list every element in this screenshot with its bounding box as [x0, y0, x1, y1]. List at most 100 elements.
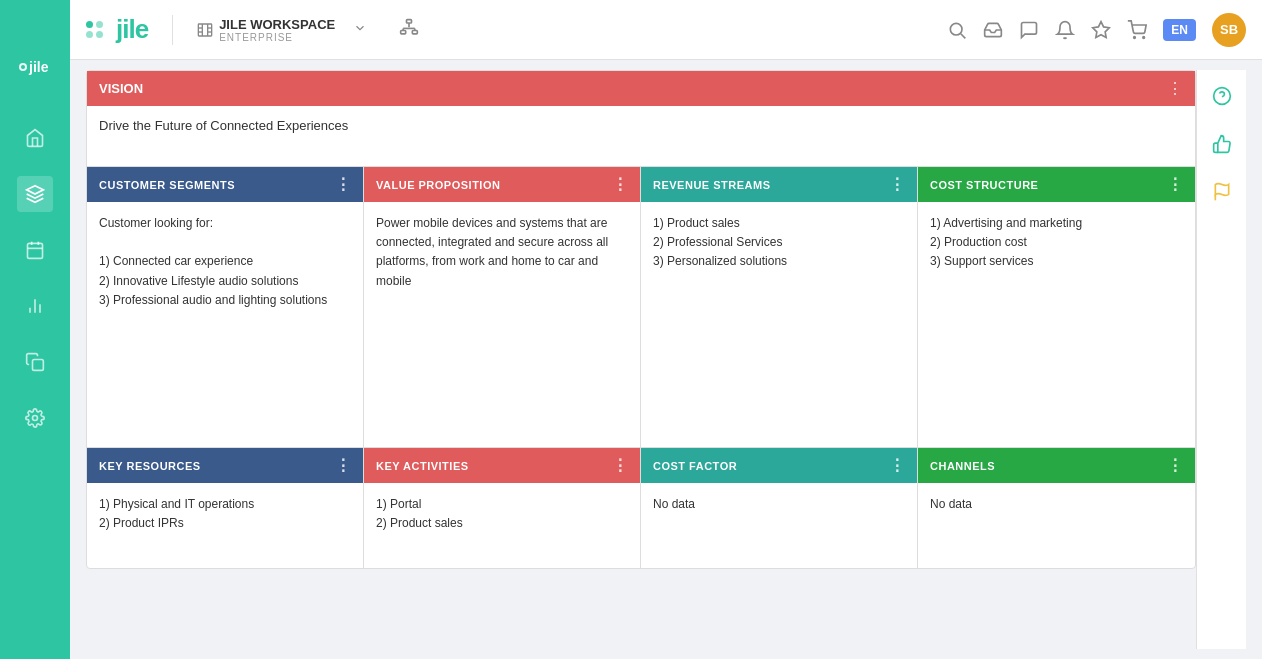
- vision-label: VISION: [99, 81, 143, 96]
- cell-label-revenue-streams: REVENUE STREAMS: [653, 179, 771, 191]
- workspace-dropdown[interactable]: [353, 21, 367, 38]
- cell-cost-structure: COST STRUCTURE ⋮ 1) Advertising and mark…: [918, 167, 1195, 447]
- svg-marker-32: [1093, 21, 1110, 37]
- cell-header-cost-structure: COST STRUCTURE ⋮: [918, 167, 1195, 202]
- vision-menu[interactable]: ⋮: [1167, 79, 1183, 98]
- cell-label-customer-segments: CUSTOMER SEGMENTS: [99, 179, 235, 191]
- vision-content: Drive the Future of Connected Experience…: [87, 106, 1195, 166]
- revenue-streams-menu[interactable]: ⋮: [889, 175, 906, 194]
- user-avatar[interactable]: SB: [1212, 13, 1246, 47]
- cell-channels: CHANNELS ⋮ No data: [918, 448, 1195, 568]
- svg-text:jile: jile: [28, 61, 49, 75]
- channels-no-data: No data: [930, 497, 972, 511]
- cell-content-key-activities: 1) Portal 2) Product sales: [364, 483, 640, 545]
- value-proposition-menu[interactable]: ⋮: [612, 175, 629, 194]
- sidebar-navigation: [17, 120, 53, 649]
- sidebar-item-settings[interactable]: [17, 400, 53, 436]
- cell-label-key-activities: KEY ACTIVITIES: [376, 460, 469, 472]
- sidebar-item-chart[interactable]: [17, 288, 53, 324]
- svg-point-34: [1143, 36, 1145, 38]
- sidebar-item-calendar[interactable]: [17, 232, 53, 268]
- business-model-canvas: VISION ⋮ Drive the Future of Connected E…: [86, 70, 1196, 569]
- app-logo-text: jile: [116, 14, 148, 45]
- star-button[interactable]: [1091, 20, 1111, 40]
- svg-point-15: [33, 416, 38, 421]
- cell-label-key-resources: KEY RESOURCES: [99, 460, 201, 472]
- sidebar-item-layers[interactable]: [17, 176, 53, 212]
- workspace-info: JILE WORKSPACE ENTERPRISE: [197, 17, 335, 43]
- cell-header-key-activities: KEY ACTIVITIES ⋮: [364, 448, 640, 483]
- cell-header-channels: CHANNELS ⋮: [918, 448, 1195, 483]
- cell-content-value-proposition: Power mobile devices and systems that ar…: [364, 202, 640, 303]
- workspace-type: ENTERPRISE: [219, 32, 335, 43]
- help-button[interactable]: [1206, 80, 1238, 112]
- flag-button[interactable]: [1206, 176, 1238, 208]
- cell-label-cost-factor: COST FACTOR: [653, 460, 737, 472]
- channels-menu[interactable]: ⋮: [1167, 456, 1184, 475]
- org-chart-button[interactable]: [399, 18, 419, 41]
- svg-rect-16: [198, 24, 211, 36]
- cell-label-cost-structure: COST STRUCTURE: [930, 179, 1038, 191]
- inbox-button[interactable]: [983, 20, 1003, 40]
- bell-button[interactable]: [1055, 20, 1075, 40]
- cell-cost-factor: COST FACTOR ⋮ No data: [641, 448, 918, 568]
- search-button[interactable]: [947, 20, 967, 40]
- logo-dots: [86, 21, 104, 38]
- sidebar-logo: jile: [15, 61, 55, 94]
- bmc-wrapper: VISION ⋮ Drive the Future of Connected E…: [86, 70, 1196, 649]
- cell-content-customer-segments: Customer looking for: 1) Connected car e…: [87, 202, 363, 322]
- language-selector[interactable]: EN: [1163, 19, 1196, 41]
- cell-header-cost-factor: COST FACTOR ⋮: [641, 448, 917, 483]
- svg-point-30: [951, 23, 963, 35]
- svg-rect-7: [28, 243, 43, 258]
- svg-rect-24: [401, 31, 406, 34]
- cell-value-proposition: VALUE PROPOSITION ⋮ Power mobile devices…: [364, 167, 641, 447]
- cell-key-resources: KEY RESOURCES ⋮ 1) Physical and IT opera…: [87, 448, 364, 568]
- cell-content-cost-factor: No data: [641, 483, 917, 526]
- vision-text: Drive the Future of Connected Experience…: [99, 118, 348, 133]
- svg-rect-23: [407, 20, 412, 23]
- sidebar-item-copy[interactable]: [17, 344, 53, 380]
- bmc-bottom-grid: KEY RESOURCES ⋮ 1) Physical and IT opera…: [87, 447, 1195, 568]
- cell-label-value-proposition: VALUE PROPOSITION: [376, 179, 500, 191]
- cell-content-cost-structure: 1) Advertising and marketing 2) Producti…: [918, 202, 1195, 284]
- cell-label-channels: CHANNELS: [930, 460, 995, 472]
- cell-header-customer-segments: CUSTOMER SEGMENTS ⋮: [87, 167, 363, 202]
- cost-factor-menu[interactable]: ⋮: [889, 456, 906, 475]
- sidebar-item-home[interactable]: [17, 120, 53, 156]
- cell-content-channels: No data: [918, 483, 1195, 526]
- svg-point-4: [21, 65, 25, 69]
- vision-row: VISION ⋮: [87, 71, 1195, 106]
- cell-header-revenue-streams: REVENUE STREAMS ⋮: [641, 167, 917, 202]
- hamburger-button[interactable]: [25, 10, 45, 51]
- cell-header-value-proposition: VALUE PROPOSITION ⋮: [364, 167, 640, 202]
- cell-customer-segments: CUSTOMER SEGMENTS ⋮ Customer looking for…: [87, 167, 364, 447]
- cell-content-revenue-streams: 1) Product sales 2) Professional Service…: [641, 202, 917, 284]
- cell-revenue-streams: REVENUE STREAMS ⋮ 1) Product sales 2) Pr…: [641, 167, 918, 447]
- cell-key-activities: KEY ACTIVITIES ⋮ 1) Portal 2) Product sa…: [364, 448, 641, 568]
- thumbsup-button[interactable]: [1206, 128, 1238, 160]
- canvas-area: VISION ⋮ Drive the Future of Connected E…: [70, 60, 1262, 659]
- cell-content-key-resources: 1) Physical and IT operations 2) Product…: [87, 483, 363, 545]
- brand-section: jile JILE WORKSPACE ENTERPRISE: [86, 14, 419, 45]
- topbar-divider: [172, 15, 173, 45]
- chat-button[interactable]: [1019, 20, 1039, 40]
- topbar: jile JILE WORKSPACE ENTERPRISE: [70, 0, 1262, 60]
- key-resources-menu[interactable]: ⋮: [335, 456, 352, 475]
- svg-rect-25: [413, 31, 418, 34]
- building-icon: [197, 22, 213, 38]
- sidebar: jile: [0, 0, 70, 659]
- svg-line-31: [961, 33, 966, 38]
- cost-structure-menu[interactable]: ⋮: [1167, 175, 1184, 194]
- svg-point-33: [1134, 36, 1136, 38]
- cell-header-key-resources: KEY RESOURCES ⋮: [87, 448, 363, 483]
- main-content: jile JILE WORKSPACE ENTERPRISE: [70, 0, 1262, 659]
- topbar-right-actions: EN SB: [947, 13, 1246, 47]
- customer-segments-menu[interactable]: ⋮: [335, 175, 352, 194]
- bmc-main-grid: CUSTOMER SEGMENTS ⋮ Customer looking for…: [87, 166, 1195, 447]
- key-activities-menu[interactable]: ⋮: [612, 456, 629, 475]
- cart-button[interactable]: [1127, 20, 1147, 40]
- cost-factor-no-data: No data: [653, 497, 695, 511]
- workspace-name: JILE WORKSPACE: [219, 17, 335, 32]
- right-panel: [1196, 70, 1246, 649]
